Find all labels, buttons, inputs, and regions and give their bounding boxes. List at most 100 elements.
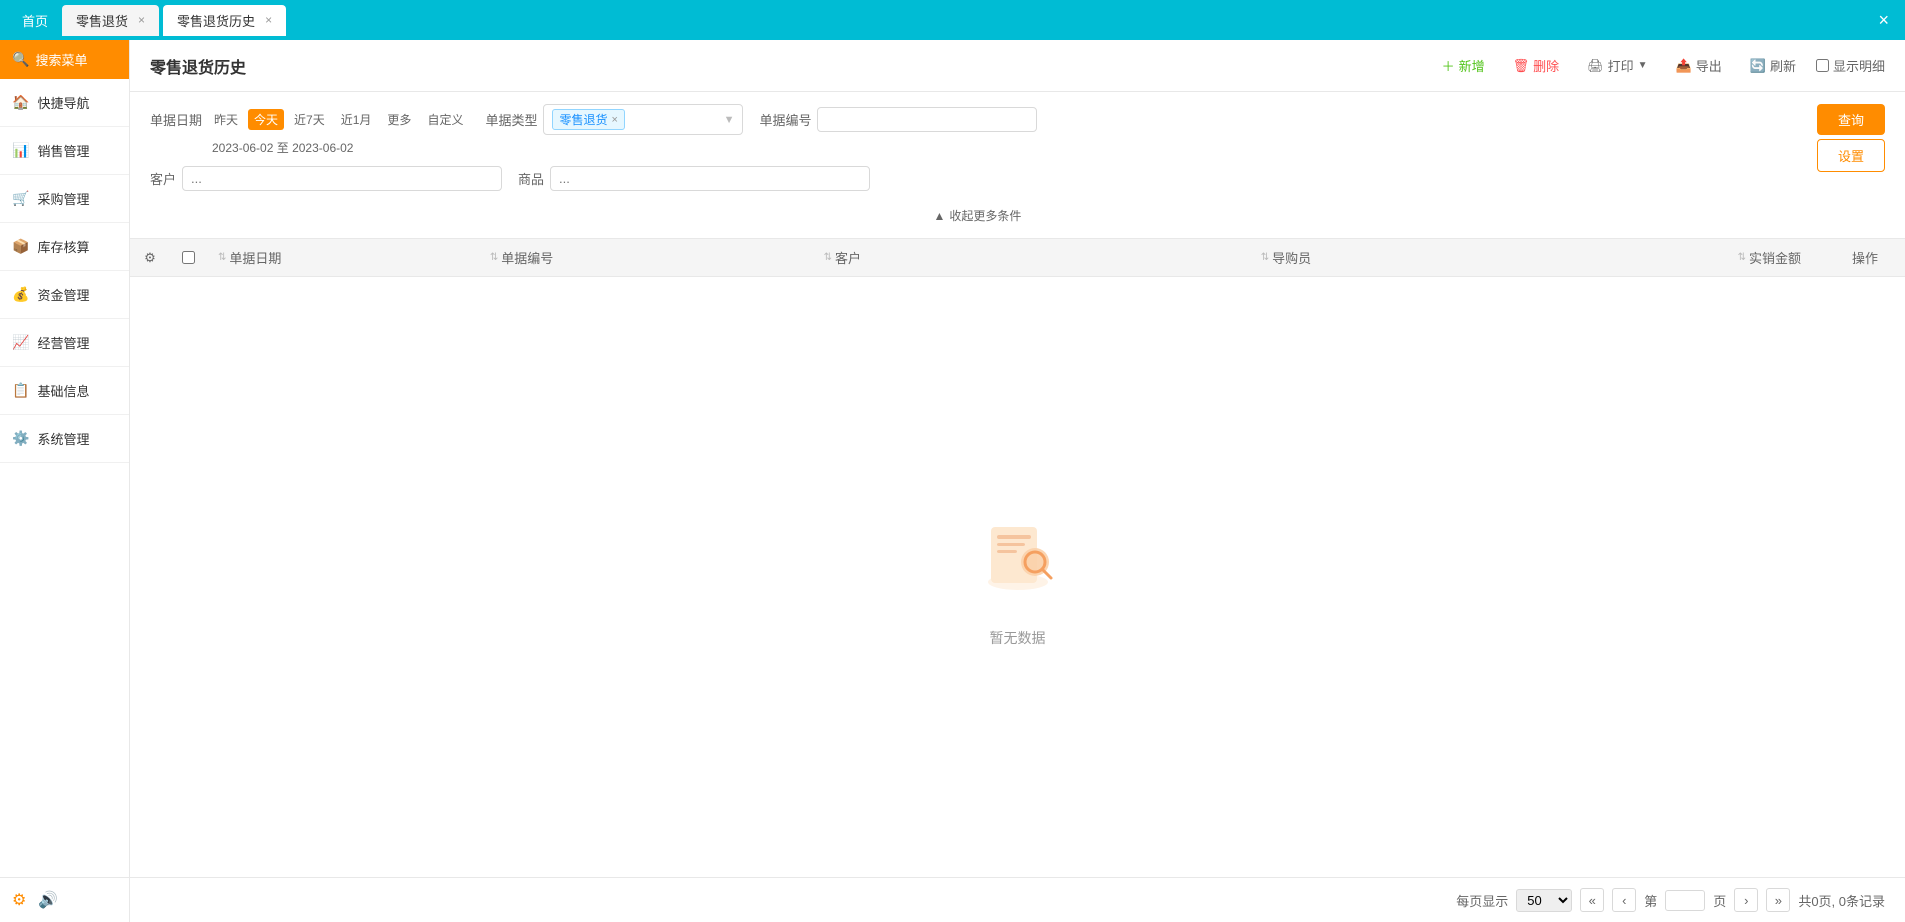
settings-gear-icon[interactable]: ⚙ xyxy=(12,890,26,910)
date-opt-7days[interactable]: 近7天 xyxy=(288,109,331,130)
sidebar-item-purchase-mgmt-label: 采购管理 xyxy=(37,189,89,208)
tab-retail-return-history[interactable]: 零售退货历史 × xyxy=(163,5,286,36)
purchase-mgmt-icon: 🛒 xyxy=(12,190,29,207)
delete-button[interactable]: 🗑 删除 xyxy=(1505,52,1568,79)
sidebar-item-finance[interactable]: 💰 资金管理 xyxy=(0,271,129,319)
filter-docnumber-item: 单据编号 xyxy=(759,107,1037,132)
print-button[interactable]: 🖨 打印 ▼ xyxy=(1579,52,1655,79)
display-detail-checkbox[interactable] xyxy=(1816,59,1829,72)
sidebar-item-quick-nav[interactable]: 🏠 快捷导航 xyxy=(0,79,129,127)
sidebar-item-operation[interactable]: 📈 经营管理 xyxy=(0,319,129,367)
date-opt-yesterday[interactable]: 昨天 xyxy=(208,109,244,130)
sidebar-item-sales-mgmt[interactable]: 📊 销售管理 xyxy=(0,127,129,175)
page-word: 第 xyxy=(1644,891,1657,910)
col-header-number[interactable]: ⇅ 单据编号 xyxy=(478,248,812,267)
page-size-label: 每页显示 xyxy=(1456,891,1508,910)
setting-button[interactable]: 设置 xyxy=(1817,139,1885,172)
sidebar-search[interactable]: 🔍 搜索菜单 xyxy=(0,40,129,79)
finance-icon: 💰 xyxy=(12,286,29,303)
doctype-select[interactable]: 零售退货 × ▼ xyxy=(543,104,743,135)
customer-filter-label: 客户 xyxy=(150,169,176,188)
date-opt-more[interactable]: 更多 xyxy=(381,109,417,130)
new-button[interactable]: ＋ 新增 xyxy=(1434,52,1493,79)
sidebar-bottom: ⚙ 🔊 xyxy=(0,877,129,922)
collapse-button[interactable]: ▲ 收起更多条件 xyxy=(934,207,1022,224)
goods-input[interactable] xyxy=(550,166,870,191)
date-filter-label: 单据日期 xyxy=(150,110,202,129)
date-options: 昨天 今天 近7天 近1月 更多 自定义 xyxy=(208,109,469,130)
display-detail-label: 显示明细 xyxy=(1833,56,1885,75)
col-header-check[interactable] xyxy=(170,251,206,264)
print-icon: 🖨 xyxy=(1587,58,1604,74)
docnumber-filter-label: 单据编号 xyxy=(759,110,811,129)
docnumber-input[interactable] xyxy=(817,107,1037,132)
sidebar-item-operation-label: 经营管理 xyxy=(37,333,89,352)
prev-page-button[interactable]: ‹ xyxy=(1612,888,1636,912)
content-area: 零售退货历史 ＋ 新增 🗑 删除 🖨 打印 ▼ 📤 导出 xyxy=(130,40,1905,922)
close-retail-return-tab[interactable]: × xyxy=(138,13,145,27)
page-header: 零售退货历史 ＋ 新增 🗑 删除 🖨 打印 ▼ 📤 导出 xyxy=(130,40,1905,92)
main-layout: 🔍 搜索菜单 🏠 快捷导航 📊 销售管理 🛒 采购管理 📦 库存核算 💰 资金管… xyxy=(0,40,1905,922)
sidebar-search-label: 搜索菜单 xyxy=(35,50,87,69)
sidebar-item-system-mgmt[interactable]: ⚙️ 系统管理 xyxy=(0,415,129,463)
table-header: ⚙ ⇅ 单据日期 ⇅ 单据编号 ⇅ 客户 ⇅ xyxy=(130,239,1905,277)
page-number-input[interactable]: 1 xyxy=(1665,890,1705,911)
col-header-customer[interactable]: ⇅ 客户 xyxy=(812,248,1249,267)
sidebar-item-purchase-mgmt[interactable]: 🛒 采购管理 xyxy=(0,175,129,223)
table-setting-icon[interactable]: ⚙ xyxy=(144,250,156,266)
collapse-label: 收起更多条件 xyxy=(949,207,1021,224)
page-size-select[interactable]: 50 10 20 100 xyxy=(1516,889,1572,912)
date-range-row: 2023-06-02 至 2023-06-02 xyxy=(150,139,1805,156)
top-tab-bar: 首页 零售退货 × 零售退货历史 × × xyxy=(0,0,1905,40)
sidebar-item-basic-info-label: 基础信息 xyxy=(37,381,89,400)
last-page-button[interactable]: » xyxy=(1766,888,1790,912)
col-header-amount[interactable]: ⇅ 实销金额 xyxy=(1582,248,1825,267)
sidebar: 🔍 搜索菜单 🏠 快捷导航 📊 销售管理 🛒 采购管理 📦 库存核算 💰 资金管… xyxy=(0,40,130,922)
sidebar-item-inventory[interactable]: 📦 库存核算 xyxy=(0,223,129,271)
query-button[interactable]: 查询 xyxy=(1817,104,1885,135)
tab-retail-return[interactable]: 零售退货 × xyxy=(62,5,159,36)
doctype-tag-label: 零售退货 xyxy=(559,111,607,128)
first-page-button[interactable]: « xyxy=(1580,888,1604,912)
col-header-op: 操作 xyxy=(1825,248,1905,267)
col-header-date[interactable]: ⇅ 单据日期 xyxy=(206,248,478,267)
filter-customer-item: 客户 xyxy=(150,166,502,191)
select-all-checkbox[interactable] xyxy=(182,251,195,264)
filter-goods-item: 商品 xyxy=(518,166,870,191)
doctype-tag-remove[interactable]: × xyxy=(611,114,617,126)
close-history-tab[interactable]: × xyxy=(265,13,272,27)
export-button[interactable]: 📤 导出 xyxy=(1668,52,1730,79)
customer-input[interactable] xyxy=(182,166,502,191)
empty-text: 暂无数据 xyxy=(990,628,1046,648)
tab-home[interactable]: 首页 xyxy=(8,5,62,36)
new-icon: ＋ xyxy=(1442,56,1455,75)
filter-row-wrapper: 单据日期 昨天 今天 近7天 近1月 更多 自定义 单据类型 xyxy=(150,104,1885,226)
filter-doctype-item: 单据类型 零售退货 × ▼ xyxy=(485,104,743,135)
tab-retail-return-history-label: 零售退货历史 xyxy=(177,11,255,30)
next-page-button[interactable]: › xyxy=(1734,888,1758,912)
doctype-tag: 零售退货 × xyxy=(552,109,624,130)
col-header-guide[interactable]: ⇅ 导购员 xyxy=(1249,248,1583,267)
col-guide-label: 导购员 xyxy=(1272,248,1311,267)
collapse-bar: ▲ 收起更多条件 xyxy=(150,201,1805,226)
refresh-label: 刷新 xyxy=(1770,56,1796,75)
print-label: 打印 xyxy=(1608,56,1634,75)
date-opt-custom[interactable]: 自定义 xyxy=(421,109,469,130)
col-header-setting[interactable]: ⚙ xyxy=(130,250,170,266)
export-icon: 📤 xyxy=(1676,58,1692,74)
filter-row-2: 客户 商品 xyxy=(150,166,1805,191)
date-opt-1month[interactable]: 近1月 xyxy=(335,109,378,130)
refresh-button[interactable]: 🔄 刷新 xyxy=(1742,52,1804,79)
sort-amount-icon: ⇅ xyxy=(1738,252,1746,263)
sidebar-item-sales-mgmt-label: 销售管理 xyxy=(37,141,89,160)
basic-info-icon: 📋 xyxy=(12,382,29,399)
search-icon: 🔍 xyxy=(12,51,29,68)
date-opt-today[interactable]: 今天 xyxy=(248,109,284,130)
volume-icon[interactable]: 🔊 xyxy=(38,890,58,910)
filter-area: 单据日期 昨天 今天 近7天 近1月 更多 自定义 单据类型 xyxy=(130,92,1905,239)
sidebar-item-inventory-label: 库存核算 xyxy=(37,237,89,256)
sidebar-item-basic-info[interactable]: 📋 基础信息 xyxy=(0,367,129,415)
sort-customer-icon: ⇅ xyxy=(824,252,832,263)
window-close-button[interactable]: × xyxy=(1870,10,1897,31)
display-detail-toggle[interactable]: 显示明细 xyxy=(1816,56,1885,75)
